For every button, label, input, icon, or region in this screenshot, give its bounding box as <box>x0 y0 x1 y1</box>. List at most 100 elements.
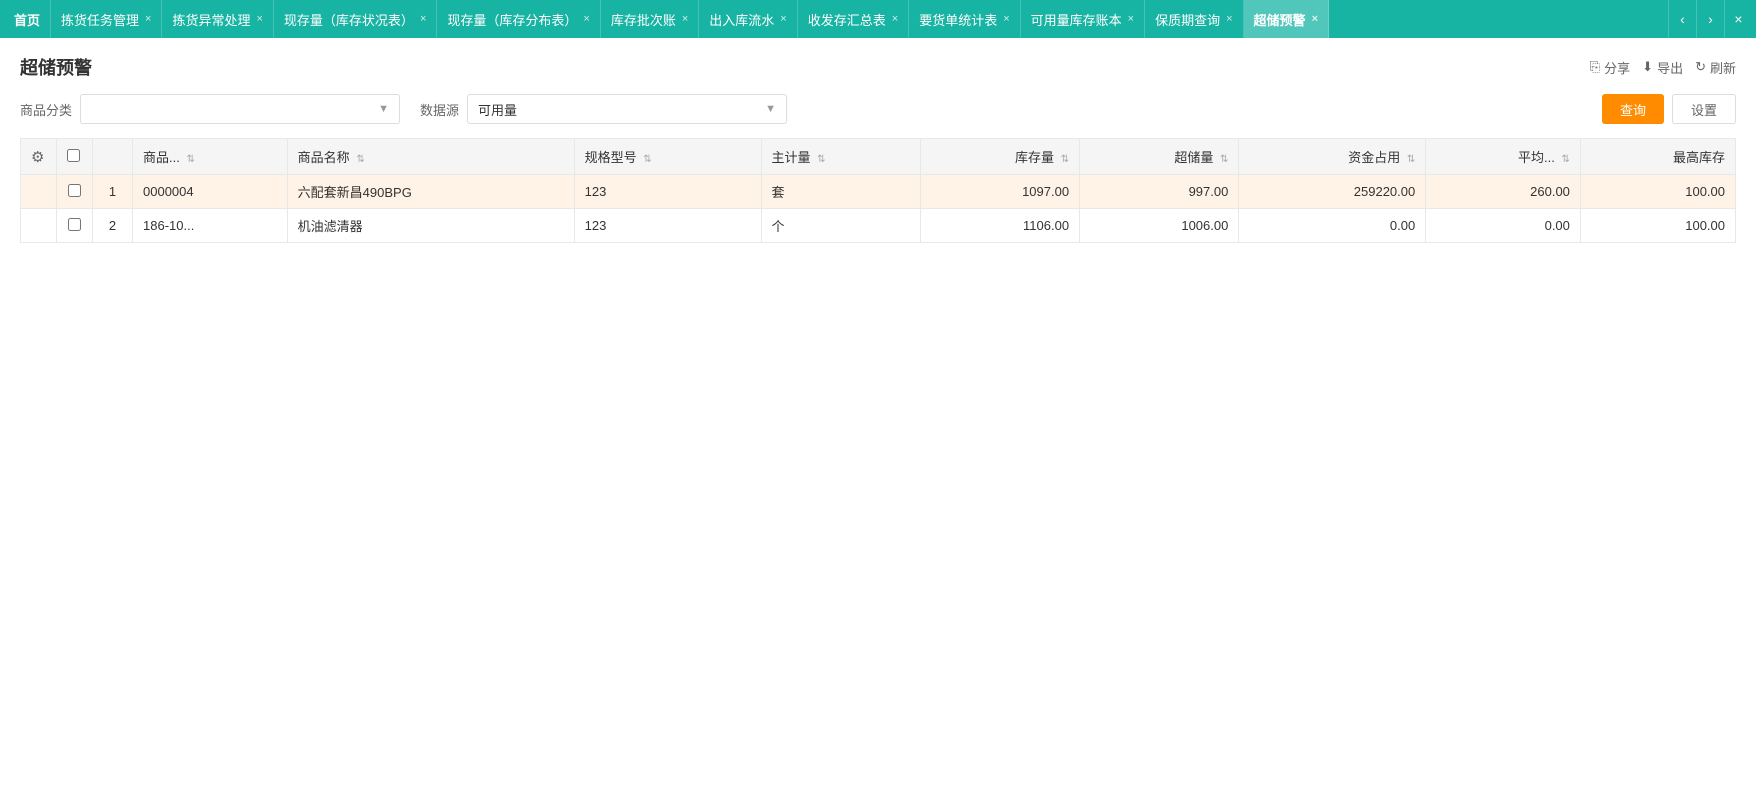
table-row: 1 0000004 六配套新昌490BPG 123 套 1097.00 997.… <box>21 175 1736 209</box>
row-product-name-cell: 机油滤清器 <box>287 209 574 243</box>
th-unit[interactable]: 主计量 ⇅ <box>761 139 920 175</box>
category-select[interactable]: ▼ <box>80 94 400 124</box>
row-index-cell: 2 <box>93 209 133 243</box>
close-tab-stock-status[interactable]: × <box>420 13 426 25</box>
row-settings-cell <box>21 209 57 243</box>
sort-icon-spec: ⇅ <box>643 154 651 165</box>
settings-button[interactable]: 设置 <box>1672 94 1736 124</box>
filter-actions: 查询 设置 <box>1602 94 1736 124</box>
refresh-icon: ↻ <box>1695 59 1706 75</box>
nav-tab-available[interactable]: 可用量库存账本 × <box>1021 0 1145 38</box>
nav-tab-stock-status[interactable]: 现存量（库存状况表） × <box>274 0 437 38</box>
nav-tab-batch[interactable]: 库存批次账 × <box>601 0 699 38</box>
nav-tab-expiry[interactable]: 保质期查询 × <box>1145 0 1243 38</box>
close-tab-task-mgmt[interactable]: × <box>145 13 151 25</box>
row-checkbox-cell <box>57 209 93 243</box>
select-all-checkbox[interactable] <box>67 149 80 162</box>
table-body: 1 0000004 六配套新昌490BPG 123 套 1097.00 997.… <box>21 175 1736 243</box>
row-overstock-cell: 997.00 <box>1080 175 1239 209</box>
th-max-stock: 最高库存 <box>1580 139 1735 175</box>
row-checkbox-cell <box>57 175 93 209</box>
row-max-stock-cell: 100.00 <box>1580 209 1735 243</box>
nav-arrows: ‹ › × <box>1668 0 1752 38</box>
nav-close-all-button[interactable]: × <box>1724 0 1752 38</box>
page-content: 超储预警 ⎘ 分享 ⬇ 导出 ↻ 刷新 商品分类 ▼ 数据源 <box>0 38 1756 259</box>
page-title: 超储预警 <box>20 54 92 80</box>
row-product-name-cell: 六配套新昌490BPG <box>287 175 574 209</box>
nav-tab-exception[interactable]: 拣货异常处理 × <box>162 0 273 38</box>
th-overstock[interactable]: 超储量 ⇅ <box>1080 139 1239 175</box>
row-stock-cell: 1097.00 <box>920 175 1079 209</box>
row-product-code-cell: 186-10... <box>133 209 288 243</box>
row-product-code-cell: 0000004 <box>133 175 288 209</box>
page-title-row: 超储预警 ⎘ 分享 ⬇ 导出 ↻ 刷新 <box>20 54 1736 80</box>
top-navigation: 首页 拣货任务管理 × 拣货异常处理 × 现存量（库存状况表） × 现存量（库存… <box>0 0 1756 38</box>
sort-icon-product-name: ⇅ <box>356 154 364 165</box>
table-header: ⚙ 商品... ⇅ 商品名称 ⇅ 规格型号 ⇅ <box>21 139 1736 175</box>
row-capital-cell: 259220.00 <box>1239 175 1426 209</box>
row-unit-cell: 个 <box>761 209 920 243</box>
refresh-link[interactable]: ↻ 刷新 <box>1695 58 1736 77</box>
nav-next-button[interactable]: › <box>1696 0 1724 38</box>
nav-prev-button[interactable]: ‹ <box>1668 0 1696 38</box>
nav-tab-overstock[interactable]: 超储预警 × <box>1244 0 1329 38</box>
row-settings-cell <box>21 175 57 209</box>
row-stock-cell: 1106.00 <box>920 209 1079 243</box>
sort-icon-avg: ⇅ <box>1562 154 1570 165</box>
close-tab-exception[interactable]: × <box>256 13 262 25</box>
nav-tab-requisition[interactable]: 要货单统计表 × <box>909 0 1020 38</box>
export-icon: ⬇ <box>1642 59 1653 75</box>
th-stock[interactable]: 库存量 ⇅ <box>920 139 1079 175</box>
share-icon: ⎘ <box>1590 59 1600 75</box>
th-index <box>93 139 133 175</box>
export-link[interactable]: ⬇ 导出 <box>1642 58 1683 77</box>
datasource-chevron-icon: ▼ <box>765 103 776 115</box>
nav-tab-summary[interactable]: 收发存汇总表 × <box>798 0 909 38</box>
filter-row: 商品分类 ▼ 数据源 可用量 ▼ 查询 设置 <box>20 94 1736 124</box>
category-label: 商品分类 <box>20 100 72 119</box>
row-avg-cell: 260.00 <box>1426 175 1581 209</box>
nav-tab-home[interactable]: 首页 <box>4 0 51 38</box>
nav-tab-stock-dist[interactable]: 现存量（库存分布表） × <box>437 0 600 38</box>
table-row: 2 186-10... 机油滤清器 123 个 1106.00 1006.00 … <box>21 209 1736 243</box>
datasource-select[interactable]: 可用量 ▼ <box>467 94 787 124</box>
close-tab-inout[interactable]: × <box>780 13 786 25</box>
close-tab-requisition[interactable]: × <box>1003 13 1009 25</box>
th-checkbox <box>57 139 93 175</box>
column-settings-icon[interactable]: ⚙ <box>31 149 44 166</box>
nav-tab-task-mgmt[interactable]: 拣货任务管理 × <box>51 0 162 38</box>
sort-icon-capital: ⇅ <box>1407 154 1415 165</box>
row-spec-cell: 123 <box>574 175 761 209</box>
page-actions: ⎘ 分享 ⬇ 导出 ↻ 刷新 <box>1590 58 1736 77</box>
th-product-code[interactable]: 商品... ⇅ <box>133 139 288 175</box>
close-tab-summary[interactable]: × <box>892 13 898 25</box>
row-checkbox-0[interactable] <box>68 184 81 197</box>
row-spec-cell: 123 <box>574 209 761 243</box>
close-tab-overstock[interactable]: × <box>1312 13 1318 25</box>
row-max-stock-cell: 100.00 <box>1580 175 1735 209</box>
share-link[interactable]: ⎘ 分享 <box>1590 58 1630 77</box>
row-overstock-cell: 1006.00 <box>1080 209 1239 243</box>
th-avg[interactable]: 平均... ⇅ <box>1426 139 1581 175</box>
close-tab-available[interactable]: × <box>1128 13 1134 25</box>
datasource-label: 数据源 <box>420 100 459 119</box>
th-product-name[interactable]: 商品名称 ⇅ <box>287 139 574 175</box>
row-capital-cell: 0.00 <box>1239 209 1426 243</box>
sort-icon-overstock: ⇅ <box>1220 154 1228 165</box>
nav-tab-inout[interactable]: 出入库流水 × <box>699 0 797 38</box>
row-index-cell: 1 <box>93 175 133 209</box>
query-button[interactable]: 查询 <box>1602 94 1664 124</box>
row-checkbox-1[interactable] <box>68 218 81 231</box>
sort-icon-unit: ⇅ <box>817 154 825 165</box>
close-tab-batch[interactable]: × <box>682 13 688 25</box>
th-spec[interactable]: 规格型号 ⇅ <box>574 139 761 175</box>
datasource-filter: 数据源 可用量 ▼ <box>420 94 787 124</box>
sort-icon-product-code: ⇅ <box>186 154 194 165</box>
close-tab-expiry[interactable]: × <box>1226 13 1232 25</box>
sort-icon-stock: ⇅ <box>1061 154 1069 165</box>
th-capital[interactable]: 资金占用 ⇅ <box>1239 139 1426 175</box>
category-chevron-icon: ▼ <box>378 103 389 115</box>
close-tab-stock-dist[interactable]: × <box>583 13 589 25</box>
data-table: ⚙ 商品... ⇅ 商品名称 ⇅ 规格型号 ⇅ <box>20 138 1736 243</box>
datasource-select-value: 可用量 <box>478 100 517 119</box>
